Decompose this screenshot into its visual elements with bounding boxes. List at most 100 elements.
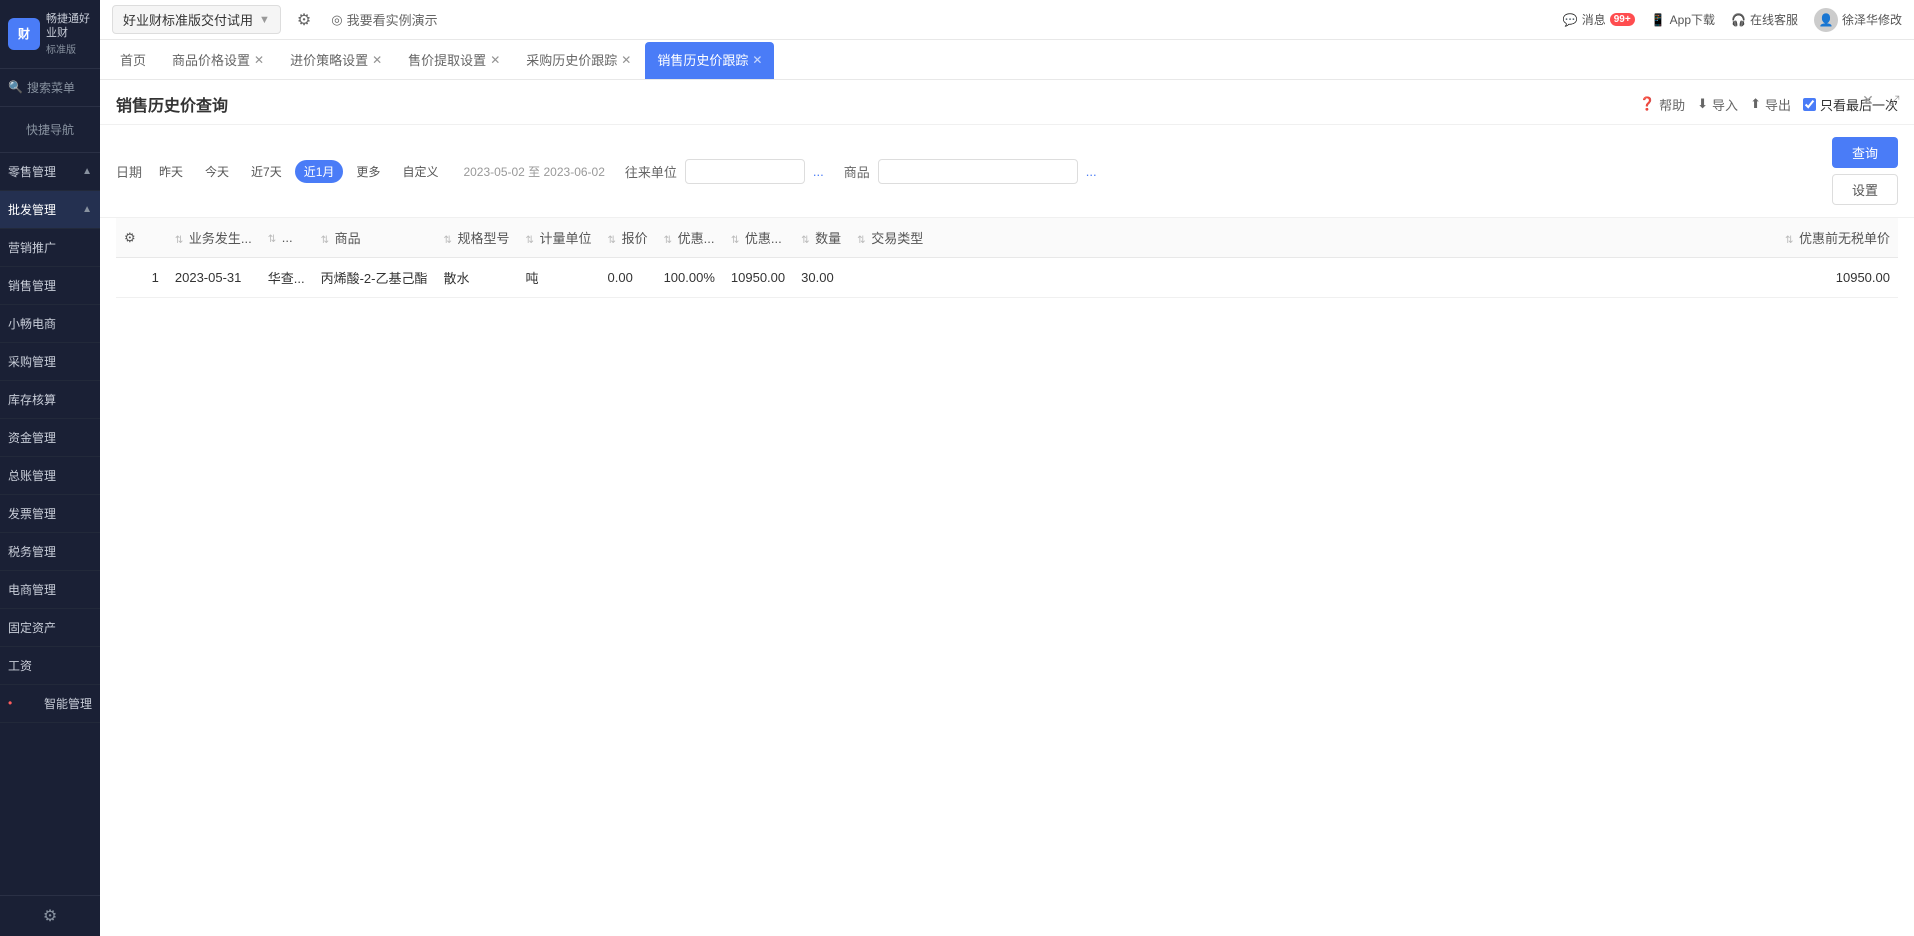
col-price[interactable]: ⇅ 报价 <box>600 218 656 258</box>
topbar: 好业财标准版交付试用 ▼ ⚙ ◎ 我要看实例演示 💬 消息 99+ 📱 App下… <box>100 0 1914 40</box>
sidebar-item-wholesale[interactable]: 批发管理 ▲ <box>0 191 100 229</box>
sort-icon: ⇅ <box>664 235 672 246</box>
source-label: 往来单位 <box>625 162 677 181</box>
sidebar-item-retail[interactable]: 零售管理 ▲ <box>0 153 100 191</box>
col-unit[interactable]: ⇅ 计量单位 <box>518 218 600 258</box>
col-trans-type[interactable]: ⇅ 交易类型 <box>849 218 931 258</box>
close-icon[interactable]: ✕ <box>490 53 500 67</box>
import-button[interactable]: ⬇ 导入 <box>1697 95 1738 114</box>
tabbar: 首页 商品价格设置 ✕ 进价策略设置 ✕ 售价提取设置 ✕ 采购历史价跟踪 ✕ … <box>100 40 1914 80</box>
sidebar-item-inventory[interactable]: 库存核算 <box>0 381 100 419</box>
app-logo: 财 畅捷通好业财 标准版 <box>0 0 100 69</box>
row-settings[interactable] <box>116 258 144 298</box>
help-button[interactable]: ❓ 帮助 <box>1639 95 1685 114</box>
close-panel-button[interactable]: ✕ <box>1856 88 1880 112</box>
export-button[interactable]: ⬆ 导出 <box>1750 95 1791 114</box>
sort-icon: ⇅ <box>175 235 183 246</box>
module-selector[interactable]: 好业财标准版交付试用 ▼ <box>112 5 281 34</box>
sidebar-item-ecommerce[interactable]: 电商管理 <box>0 571 100 609</box>
product-input[interactable] <box>878 159 1078 184</box>
tab-purchase-history[interactable]: 采购历史价跟踪 ✕ <box>514 42 643 79</box>
page-header: 销售历史价查询 ❓ 帮助 ⬇ 导入 ⬆ 导出 只看最后一次 <box>100 80 1914 125</box>
row-spacer <box>931 258 1777 298</box>
app-download-button[interactable]: 📱 App下载 <box>1651 11 1715 28</box>
col-extra[interactable]: ⇅ ... <box>260 218 313 258</box>
data-table: ⚙ ⇅ 业务发生... ⇅ ... ⇅ 商品 <box>116 218 1898 298</box>
row-pretax-price: 10950.00 <box>1777 258 1898 298</box>
tab-sales-history[interactable]: 销售历史价跟踪 ✕ <box>645 42 774 79</box>
sidebar-item-purchase[interactable]: 采购管理 <box>0 343 100 381</box>
date-chip-today[interactable]: 今天 <box>196 160 238 183</box>
import-icon: ⬇ <box>1697 96 1708 112</box>
tab-home[interactable]: 首页 <box>108 42 158 79</box>
headset-icon: 🎧 <box>1731 13 1746 27</box>
settings-icon[interactable]: ⚙ <box>43 906 57 926</box>
tab-purchase-strategy[interactable]: 进价策略设置 ✕ <box>278 42 394 79</box>
phone-icon: 📱 <box>1651 13 1666 27</box>
sidebar-item-ecommerce-small[interactable]: 小畅电商 <box>0 305 100 343</box>
search-button[interactable]: 查询 <box>1832 137 1898 168</box>
col-discount2[interactable]: ⇅ 优惠... <box>723 218 793 258</box>
logo-text: 畅捷通好业财 标准版 <box>46 12 92 56</box>
sidebar-item-payroll[interactable]: 工资 <box>0 647 100 685</box>
date-chip-custom[interactable]: 自定义 <box>393 160 447 183</box>
close-icon[interactable]: ✕ <box>372 53 382 67</box>
page-title: 销售历史价查询 <box>116 92 228 116</box>
row-biz-date: 2023-05-31 <box>167 258 260 298</box>
row-unit: 吨 <box>518 258 600 298</box>
col-discount1[interactable]: ⇅ 优惠... <box>656 218 723 258</box>
close-icon[interactable]: ✕ <box>752 53 762 67</box>
col-settings[interactable]: ⚙ <box>116 218 144 258</box>
search-menu[interactable]: 🔍 搜索菜单 <box>0 69 100 107</box>
sidebar-item-smart[interactable]: 智能管理 <box>0 685 100 723</box>
quick-nav[interactable]: 快捷导航 <box>0 107 100 153</box>
only-last-checkbox[interactable] <box>1803 98 1816 111</box>
sort-icon: ⇅ <box>526 235 534 246</box>
product-more-button[interactable]: ... <box>1086 164 1097 179</box>
tab-price-settings[interactable]: 商品价格设置 ✕ <box>160 42 276 79</box>
sidebar-item-finance[interactable]: 资金管理 <box>0 419 100 457</box>
expand-panel-button[interactable]: ⤢ <box>1882 88 1906 112</box>
sidebar-item-assets[interactable]: 固定资产 <box>0 609 100 647</box>
col-product[interactable]: ⇅ 商品 <box>313 218 436 258</box>
col-pretax-price[interactable]: ⇅ 优惠前无税单价 <box>1777 218 1898 258</box>
row-extra: 华查... <box>260 258 313 298</box>
sidebar-settings[interactable]: ⚙ <box>0 895 100 936</box>
sidebar-menu: 零售管理 ▲ 批发管理 ▲ 营销推广 销售管理 小畅电商 采购管理 库存核算 资… <box>0 153 100 723</box>
col-spacer <box>931 218 1777 258</box>
row-discount1: 100.00% <box>656 258 723 298</box>
date-chip-last7[interactable]: 近7天 <box>242 160 291 183</box>
date-chip-last1m[interactable]: 近1月 <box>295 160 344 183</box>
filter-actions: 查询 设置 <box>1832 137 1898 205</box>
col-spec[interactable]: ⇅ 规格型号 <box>435 218 517 258</box>
tab-price-extract[interactable]: 售价提取设置 ✕ <box>396 42 512 79</box>
sidebar-item-invoice[interactable]: 发票管理 <box>0 495 100 533</box>
user-menu[interactable]: 👤 徐泽华修改 <box>1814 8 1902 32</box>
sort-icon: ⇅ <box>1785 235 1793 246</box>
source-more-button[interactable]: ... <box>813 164 824 179</box>
product-label: 商品 <box>844 162 870 181</box>
sort-icon: ⇅ <box>443 235 451 246</box>
source-input[interactable] <box>685 159 805 184</box>
col-biz-date[interactable]: ⇅ 业务发生... <box>167 218 260 258</box>
sidebar-item-sales[interactable]: 销售管理 <box>0 267 100 305</box>
settings-button[interactable]: 设置 <box>1832 174 1898 205</box>
date-chip-yesterday[interactable]: 昨天 <box>150 160 192 183</box>
service-button[interactable]: 🎧 在线客服 <box>1731 11 1798 28</box>
topbar-settings-icon[interactable]: ⚙ <box>297 10 311 30</box>
close-icon[interactable]: ✕ <box>621 53 631 67</box>
date-range-display: 2023-05-02 至 2023-06-02 <box>463 163 604 180</box>
demo-icon: ◎ <box>331 12 342 28</box>
sort-icon: ⇅ <box>801 235 809 246</box>
demo-link[interactable]: ◎ 我要看实例演示 <box>331 10 437 29</box>
close-icon[interactable]: ✕ <box>254 53 264 67</box>
quick-nav-item[interactable]: 快捷导航 <box>0 113 100 146</box>
col-qty[interactable]: ⇅ 数量 <box>793 218 849 258</box>
topbar-right: 💬 消息 99+ 📱 App下载 🎧 在线客服 👤 徐泽华修改 <box>1563 8 1902 32</box>
sidebar-item-tax[interactable]: 税务管理 <box>0 533 100 571</box>
message-button[interactable]: 💬 消息 99+ <box>1563 11 1635 28</box>
sidebar-item-ledger[interactable]: 总账管理 <box>0 457 100 495</box>
row-price: 0.00 <box>600 258 656 298</box>
date-chip-more[interactable]: 更多 <box>347 160 389 183</box>
sidebar-item-marketing[interactable]: 营销推广 <box>0 229 100 267</box>
